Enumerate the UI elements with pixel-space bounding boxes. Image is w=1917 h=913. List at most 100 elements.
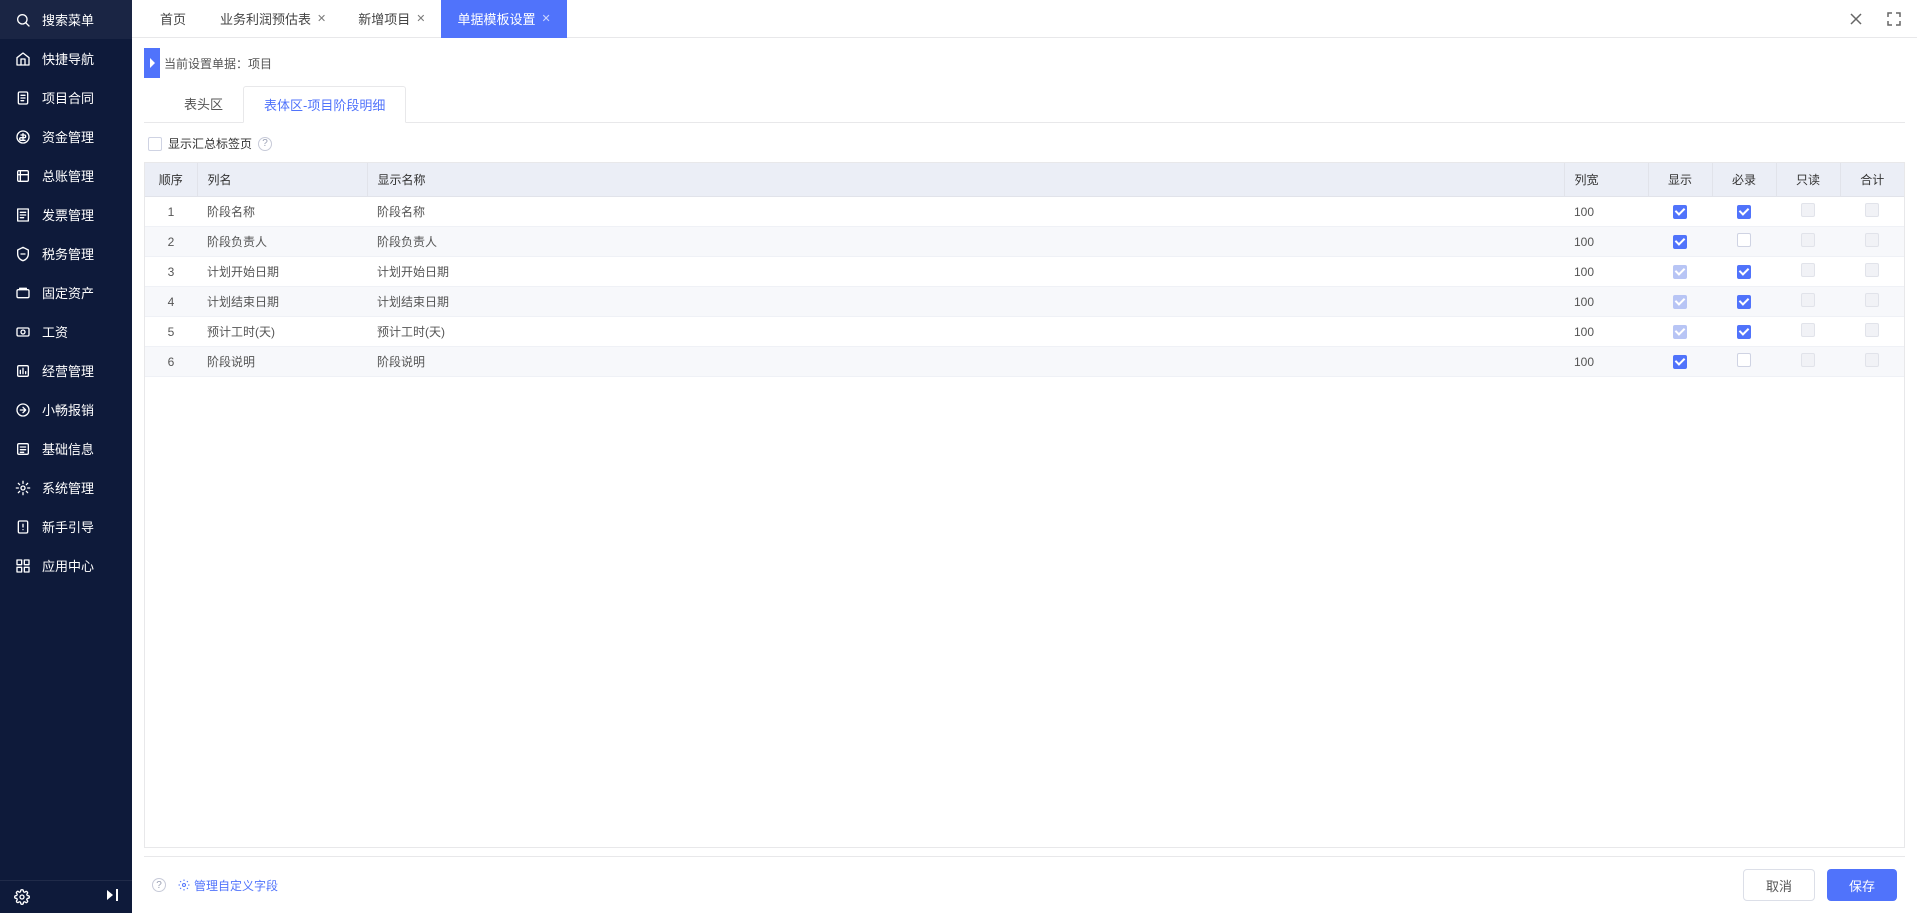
sum-checkbox — [1865, 263, 1879, 277]
cell-width[interactable]: 100 — [1564, 347, 1648, 377]
close-icon[interactable]: ✕ — [542, 12, 551, 25]
show-checkbox — [1673, 325, 1687, 339]
asset-icon — [14, 284, 32, 302]
sidebar-item-label: 发票管理 — [42, 205, 94, 224]
show-checkbox[interactable] — [1673, 235, 1687, 249]
cell-name: 计划开始日期 — [197, 257, 367, 287]
context-banner: 当前设置单据： 项目 — [144, 48, 1905, 78]
close-all-tabs-button[interactable] — [1845, 8, 1867, 30]
required-checkbox[interactable] — [1737, 353, 1751, 367]
tab-label: 单据模板设置 — [457, 9, 535, 28]
required-checkbox[interactable] — [1737, 325, 1751, 339]
info-icon — [14, 440, 32, 458]
sidebar-item-salary[interactable]: 工资 — [0, 312, 132, 351]
sidebar-item-doc[interactable]: 项目合同 — [0, 78, 132, 117]
cell-display[interactable]: 预计工时(天) — [367, 317, 1564, 347]
sidebar-item-reimburse[interactable]: 小畅报销 — [0, 390, 132, 429]
sidebar-item-guide[interactable]: 新手引导 — [0, 507, 132, 546]
sum-checkbox — [1865, 293, 1879, 307]
show-checkbox[interactable] — [1673, 205, 1687, 219]
cell-name: 预计工时(天) — [197, 317, 367, 347]
th-required: 必录 — [1712, 163, 1776, 197]
cell-display[interactable]: 计划开始日期 — [367, 257, 1564, 287]
table-row: 3计划开始日期计划开始日期100 — [145, 257, 1904, 287]
cell-display[interactable]: 计划结束日期 — [367, 287, 1564, 317]
cell-seq: 4 — [145, 287, 197, 317]
cell-display[interactable]: 阶段名称 — [367, 197, 1564, 227]
sidebar-item-tax[interactable]: 税务管理 — [0, 234, 132, 273]
sidebar-item-invoice[interactable]: 发票管理 — [0, 195, 132, 234]
sidebar-item-label: 应用中心 — [42, 556, 94, 575]
sidebar-item-label: 快捷导航 — [42, 49, 94, 68]
show-checkbox[interactable] — [1673, 355, 1687, 369]
content: 首页业务利润预估表✕新增项目✕ 单据模板设置 ✕ 当前设置单据： 项目 — [132, 0, 1917, 913]
gear-icon — [178, 879, 190, 891]
sidebar-item-info[interactable]: 基础信息 — [0, 429, 132, 468]
required-checkbox[interactable] — [1737, 205, 1751, 219]
sidebar-item-asset[interactable]: 固定资产 — [0, 273, 132, 312]
tab-0[interactable]: 首页 — [142, 0, 204, 38]
fields-table: 顺序 列名 显示名称 列宽 显示 必录 只读 合计 1阶段名称阶段名称1002阶… — [144, 162, 1905, 848]
ledger-icon — [14, 167, 32, 185]
th-sum: 合计 — [1840, 163, 1904, 197]
th-seq: 顺序 — [145, 163, 197, 197]
page-body: 当前设置单据： 项目 表头区表体区-项目阶段明细 显示汇总标签页 ? 顺序 列名… — [132, 38, 1917, 913]
sidebar-item-biz[interactable]: 经营管理 — [0, 351, 132, 390]
tab-2[interactable]: 新增项目✕ — [342, 0, 441, 38]
cancel-button[interactable]: 取消 — [1743, 869, 1815, 901]
sidebar-item-money[interactable]: 资金管理 — [0, 117, 132, 156]
manage-custom-fields-link[interactable]: 管理自定义字段 — [178, 877, 278, 894]
sidebar-footer — [0, 880, 132, 913]
option-row: 显示汇总标签页 ? — [144, 131, 1905, 154]
collapse-icon[interactable] — [102, 889, 118, 905]
subtab-1[interactable]: 表体区-项目阶段明细 — [243, 86, 406, 123]
banner-chevron-icon[interactable] — [144, 48, 160, 78]
sub-tab-bar: 表头区表体区-项目阶段明细 — [144, 86, 1905, 123]
table-row: 1阶段名称阶段名称100 — [145, 197, 1904, 227]
sidebar-item-label: 税务管理 — [42, 244, 94, 263]
footer-help-icon[interactable]: ? — [152, 878, 166, 892]
sidebar-item-home[interactable]: 快捷导航 — [0, 39, 132, 78]
close-icon[interactable]: ✕ — [416, 12, 425, 25]
readonly-checkbox — [1801, 263, 1815, 277]
cell-display[interactable]: 阶段负责人 — [367, 227, 1564, 257]
cell-display[interactable]: 阶段说明 — [367, 347, 1564, 377]
cell-name: 阶段名称 — [197, 197, 367, 227]
sum-checkbox — [1865, 233, 1879, 247]
cell-width[interactable]: 100 — [1564, 257, 1648, 287]
fullscreen-icon[interactable] — [1883, 8, 1905, 30]
sidebar-item-label: 新手引导 — [42, 517, 94, 536]
sidebar-item-sys[interactable]: 系统管理 — [0, 468, 132, 507]
sidebar-item-label: 小畅报销 — [42, 400, 94, 419]
show-summary-checkbox[interactable] — [148, 137, 162, 151]
readonly-checkbox — [1801, 323, 1815, 337]
help-icon[interactable]: ? — [258, 137, 272, 151]
sidebar-item-label: 系统管理 — [42, 478, 94, 497]
readonly-checkbox — [1801, 233, 1815, 247]
cell-width[interactable]: 100 — [1564, 197, 1648, 227]
cell-width[interactable]: 100 — [1564, 287, 1648, 317]
sidebar-item-apps[interactable]: 应用中心 — [0, 546, 132, 585]
required-checkbox[interactable] — [1737, 233, 1751, 247]
invoice-icon — [14, 206, 32, 224]
readonly-checkbox — [1801, 293, 1815, 307]
required-checkbox[interactable] — [1737, 295, 1751, 309]
tab-3[interactable]: 单据模板设置 ✕ — [441, 0, 566, 38]
sidebar-item-search[interactable]: 搜索菜单 — [0, 0, 132, 39]
guide-icon — [14, 518, 32, 536]
cell-width[interactable]: 100 — [1564, 227, 1648, 257]
cell-name: 阶段说明 — [197, 347, 367, 377]
close-icon[interactable]: ✕ — [317, 12, 326, 25]
cell-width[interactable]: 100 — [1564, 317, 1648, 347]
gear-icon[interactable] — [14, 889, 30, 905]
banner-value: 项目 — [248, 55, 272, 72]
subtab-0[interactable]: 表头区 — [164, 86, 243, 122]
cell-seq: 2 — [145, 227, 197, 257]
sidebar: 搜索菜单快捷导航项目合同资金管理总账管理发票管理税务管理固定资产工资经营管理小畅… — [0, 0, 132, 913]
required-checkbox[interactable] — [1737, 265, 1751, 279]
cell-seq: 5 — [145, 317, 197, 347]
sidebar-item-ledger[interactable]: 总账管理 — [0, 156, 132, 195]
tab-1[interactable]: 业务利润预估表✕ — [204, 0, 342, 38]
sidebar-item-label: 资金管理 — [42, 127, 94, 146]
save-button[interactable]: 保存 — [1827, 869, 1897, 901]
